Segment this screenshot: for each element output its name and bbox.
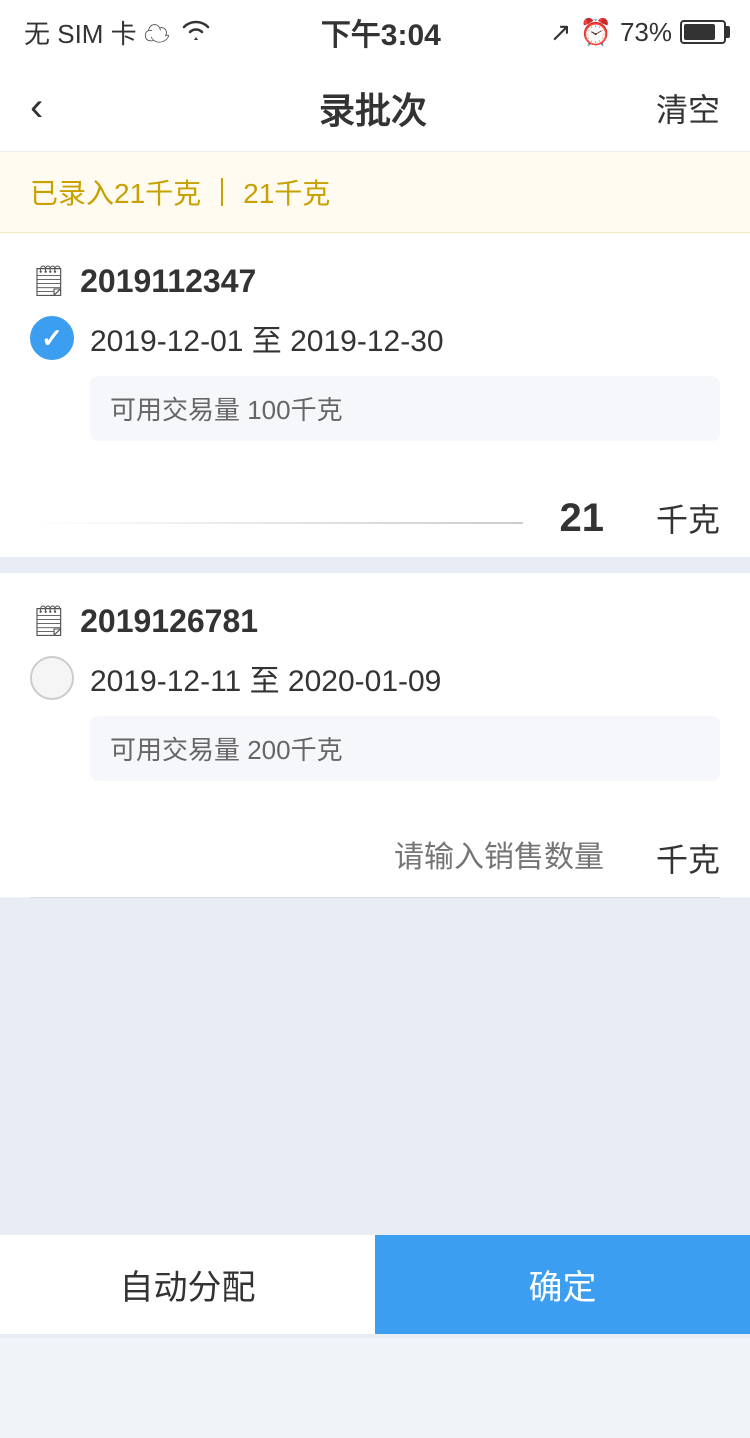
batch-date-row-2[interactable]: 2019-12-11 至 2020-01-09 [30, 656, 720, 700]
nav-bar: ‹ 录批次 清空 [0, 64, 750, 152]
batch-card-1: 🗒 2019112347 2019-12-01 至 2019-12-30 可用交… [0, 233, 750, 471]
radio-btn-1[interactable] [30, 316, 74, 360]
status-bar: 无 SIM 卡 ☁ 下午3:04 ↗ ⏰ 73% [0, 0, 750, 64]
available-text-1: 可用交易量 100千克 [110, 395, 343, 425]
batch-date-row-1[interactable]: 2019-12-01 至 2019-12-30 [30, 316, 720, 360]
quantity-value-1[interactable]: 21 [559, 496, 604, 541]
available-box-2: 可用交易量 200千克 [90, 716, 720, 781]
quantity-row-1: 21 千克 [0, 471, 750, 557]
status-right: ↗ ⏰ 73% [550, 17, 726, 48]
batch-doc-icon-1: 🗒 [30, 264, 68, 299]
confirm-label: 确定 [529, 1260, 597, 1309]
confirm-button[interactable]: 确定 [375, 1235, 750, 1334]
batch-date-1: 2019-12-01 至 2019-12-30 [90, 316, 444, 360]
batch-id-1: 2019112347 [80, 263, 256, 300]
radio-btn-2[interactable] [30, 656, 74, 700]
batch-header-1: 🗒 2019112347 [30, 263, 720, 300]
quantity-line-1 [30, 522, 523, 524]
wifi-icon [180, 17, 212, 48]
batch-id-2: 2019126781 [80, 603, 258, 640]
location-icon: ↗ [550, 17, 572, 48]
quantity-unit-1: 千克 [656, 495, 720, 541]
bottom-bar: 自动分配 确定 [0, 1234, 750, 1334]
input-row-2: 千克 [0, 811, 750, 897]
battery-icon [680, 20, 726, 44]
quantity-input-2[interactable] [30, 841, 604, 875]
section-divider [0, 557, 750, 573]
summary-divider [221, 178, 223, 206]
batch-card-2: 🗒 2019126781 2019-12-11 至 2020-01-09 可用交… [0, 573, 750, 811]
available-box-1: 可用交易量 100千克 [90, 376, 720, 441]
summary-bar: 已录入21千克 21千克 [0, 152, 750, 233]
input-unit-2: 千克 [656, 835, 720, 881]
auto-distribute-label: 自动分配 [120, 1260, 256, 1309]
available-text-2: 可用交易量 200千克 [110, 735, 343, 765]
status-left: 无 SIM 卡 ☁ [24, 14, 212, 51]
page-title: 录批次 [319, 82, 427, 134]
clear-button[interactable]: 清空 [656, 85, 720, 131]
sim-text: 无 SIM 卡 ☁ [24, 14, 170, 51]
back-button[interactable]: ‹ [30, 85, 90, 130]
battery-text: 73% [620, 17, 672, 48]
status-time: 下午3:04 [321, 10, 441, 54]
summary-label: 已录入21千克 [30, 172, 201, 212]
batch-doc-icon-2: 🗒 [30, 604, 68, 639]
batch-header-2: 🗒 2019126781 [30, 603, 720, 640]
summary-value: 21千克 [243, 172, 330, 212]
auto-distribute-button[interactable]: 自动分配 [0, 1235, 375, 1334]
alarm-icon: ⏰ [580, 17, 612, 48]
batch-date-2: 2019-12-11 至 2020-01-09 [90, 656, 441, 700]
